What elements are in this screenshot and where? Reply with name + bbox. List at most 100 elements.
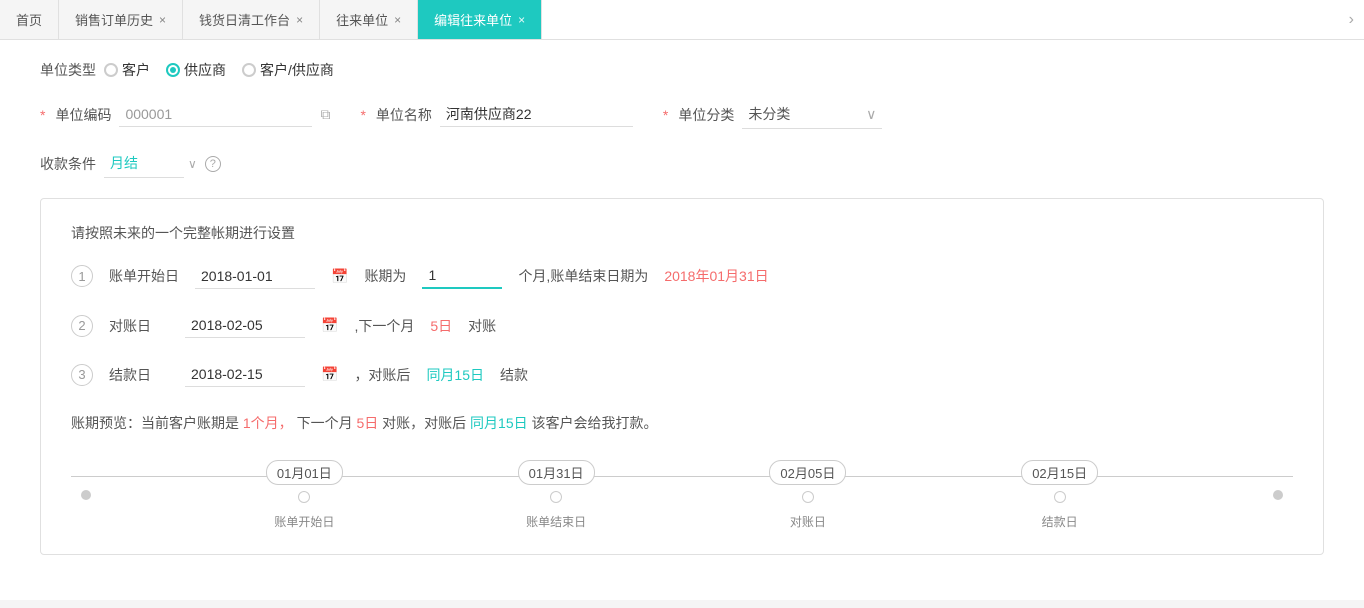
- radio-customer[interactable]: 客户: [104, 60, 150, 80]
- timeline-dot-4: [1054, 491, 1066, 503]
- tab-sales-history[interactable]: 销售订单历史 ×: [59, 0, 183, 39]
- step-3-suffix-num: 同月15日: [426, 365, 484, 385]
- step-2-suffix-num: 5日: [430, 316, 452, 336]
- tabs-chevron-right[interactable]: ›: [1339, 0, 1364, 39]
- step-1-cal-icon[interactable]: 📅: [331, 268, 348, 285]
- timeline-dot-1: [298, 491, 310, 503]
- timeline-label-4: 结款日: [1042, 513, 1078, 530]
- tab-home[interactable]: 首页: [0, 0, 59, 39]
- copy-icon[interactable]: ⧉: [320, 106, 330, 123]
- payment-terms-value: 月结: [104, 149, 184, 178]
- tab-edit-counterparty[interactable]: 编辑往来单位 ×: [418, 0, 542, 39]
- tab-sales-label: 销售订单历史: [75, 10, 153, 29]
- preview-text: 账期预览：当前客户账期是 1个月， 下一个月 5日 对账，对账后 同月15日 该…: [71, 411, 1293, 436]
- timeline: 01月01日 账单开始日 01月31日 账单结束日 02月05日 对账日: [71, 460, 1293, 530]
- timeline-dot-2: [550, 491, 562, 503]
- step-1-period-label: 账期为: [364, 266, 406, 286]
- step-1-period-unit: 个月,账单结束日期为: [518, 266, 648, 286]
- radio-both[interactable]: 客户/供应商: [242, 60, 334, 80]
- tab-sales-close[interactable]: ×: [159, 13, 166, 27]
- radio-supplier-label: 供应商: [184, 60, 226, 80]
- timeline-label-1: 账单开始日: [274, 513, 334, 530]
- step-2-num: 2: [71, 315, 93, 337]
- step-1-period-input[interactable]: [422, 263, 502, 289]
- unit-name-star: *: [360, 107, 365, 123]
- unit-code-input[interactable]: [119, 102, 312, 127]
- unit-type-row: 单位类型 客户 供应商 客户/供应商: [40, 60, 1324, 80]
- tab-cash-label: 钱货日清工作台: [199, 10, 290, 29]
- timeline-badge-4: 02月15日: [1021, 460, 1098, 485]
- step-2-cal-icon[interactable]: 📅: [321, 317, 338, 334]
- radio-supplier-circle: [166, 63, 180, 77]
- step-1-date-input[interactable]: [195, 264, 315, 289]
- tab-counterparty[interactable]: 往来单位 ×: [320, 0, 418, 39]
- unit-name-label: 单位名称: [376, 105, 432, 125]
- category-chevron-down: ∨: [866, 106, 876, 123]
- timeline-badge-1: 01月01日: [266, 460, 343, 485]
- step-2-row: 2 对账日 📅 ,下一个月 5日 对账: [71, 313, 1293, 338]
- payment-terms-arrow: ∨: [188, 157, 197, 171]
- step-2-suffix-post: 对账: [468, 316, 496, 336]
- step-3-suffix-pre: ，对账后: [354, 365, 410, 385]
- timeline-dot-3: [802, 491, 814, 503]
- timeline-label-3: 对账日: [790, 513, 826, 530]
- settings-panel: 请按照未来的一个完整帐期进行设置 1 账单开始日 📅 账期为 个月,账单结束日期…: [40, 198, 1324, 555]
- timeline-label-2: 账单结束日: [526, 513, 586, 530]
- preview-reconcile-num: 5日: [356, 415, 378, 431]
- timeline-left-end: [81, 490, 91, 500]
- tab-counterparty-close[interactable]: ×: [394, 13, 401, 27]
- tab-edit-close[interactable]: ×: [518, 13, 525, 27]
- unit-code-group: * 单位编码 ⧉: [40, 102, 330, 127]
- unit-type-group: 单位类型 客户 供应商 客户/供应商: [40, 60, 334, 80]
- timeline-badge-2: 01月31日: [518, 460, 595, 485]
- timeline-point-3: 02月05日 对账日: [769, 460, 846, 530]
- step-3-suffix-post: 结款: [500, 365, 528, 385]
- step-1-period-end: 2018年01月31日: [664, 266, 768, 286]
- unit-type-label: 单位类型: [40, 60, 96, 80]
- preview-reconcile-post: 对账，对账后: [382, 415, 466, 431]
- radio-supplier[interactable]: 供应商: [166, 60, 226, 80]
- unit-category-select[interactable]: 未分类 ∨: [742, 100, 882, 129]
- panel-title: 请按照未来的一个完整帐期进行设置: [71, 223, 1293, 243]
- tab-counterparty-label: 往来单位: [336, 10, 388, 29]
- tab-cash-reconcile[interactable]: 钱货日清工作台 ×: [183, 0, 320, 39]
- help-icon[interactable]: ?: [205, 156, 221, 172]
- preview-reconcile-pre: 下一个月: [297, 415, 353, 431]
- timeline-point-1: 01月01日 账单开始日: [266, 460, 343, 530]
- payment-terms-select[interactable]: 月结 ∨: [104, 149, 197, 178]
- radio-group: 客户 供应商 客户/供应商: [104, 60, 334, 80]
- tab-edit-label: 编辑往来单位: [434, 10, 512, 29]
- unit-category-label: 单位分类: [678, 105, 734, 125]
- step-3-row: 3 结款日 📅 ，对账后 同月15日 结款: [71, 362, 1293, 387]
- step-3-num: 3: [71, 364, 93, 386]
- step-3-date-input[interactable]: [185, 362, 305, 387]
- step-2-suffix-pre: ,下一个月: [354, 316, 414, 336]
- payment-terms-label: 收款条件: [40, 154, 96, 174]
- main-content: 单位类型 客户 供应商 客户/供应商 * 单位编码: [0, 40, 1364, 600]
- timeline-points: 01月01日 账单开始日 01月31日 账单结束日 02月05日 对账日: [81, 460, 1283, 530]
- radio-customer-circle: [104, 63, 118, 77]
- unit-name-input[interactable]: [440, 102, 633, 127]
- unit-code-star: *: [40, 107, 45, 123]
- timeline-right-end: [1273, 490, 1283, 500]
- step-3-label: 结款日: [109, 365, 169, 385]
- unit-category-group: * 单位分类 未分类 ∨: [663, 100, 882, 129]
- step-1-label: 账单开始日: [109, 266, 179, 286]
- unit-category-star: *: [663, 107, 668, 123]
- radio-both-label: 客户/供应商: [260, 60, 334, 80]
- unit-info-row: * 单位编码 ⧉ * 单位名称 * 单位分类 未分类 ∨: [40, 100, 1324, 129]
- preview-payment-num: 同月15日: [470, 415, 528, 431]
- unit-name-group: * 单位名称: [360, 102, 632, 127]
- timeline-point-4: 02月15日 结款日: [1021, 460, 1098, 530]
- step-2-date-input[interactable]: [185, 313, 305, 338]
- payment-terms-group: 收款条件 月结 ∨ ?: [40, 149, 221, 178]
- preview-payment-post: 该客户会给我打款。: [532, 415, 658, 431]
- radio-customer-label: 客户: [122, 60, 150, 80]
- payment-terms-row: 收款条件 月结 ∨ ?: [40, 149, 1324, 178]
- step-2-label: 对账日: [109, 316, 169, 336]
- preview-prefix: 账期预览：当前客户账期是: [71, 415, 239, 431]
- radio-both-circle: [242, 63, 256, 77]
- tab-cash-close[interactable]: ×: [296, 13, 303, 27]
- step-3-cal-icon[interactable]: 📅: [321, 366, 338, 383]
- timeline-badge-3: 02月05日: [769, 460, 846, 485]
